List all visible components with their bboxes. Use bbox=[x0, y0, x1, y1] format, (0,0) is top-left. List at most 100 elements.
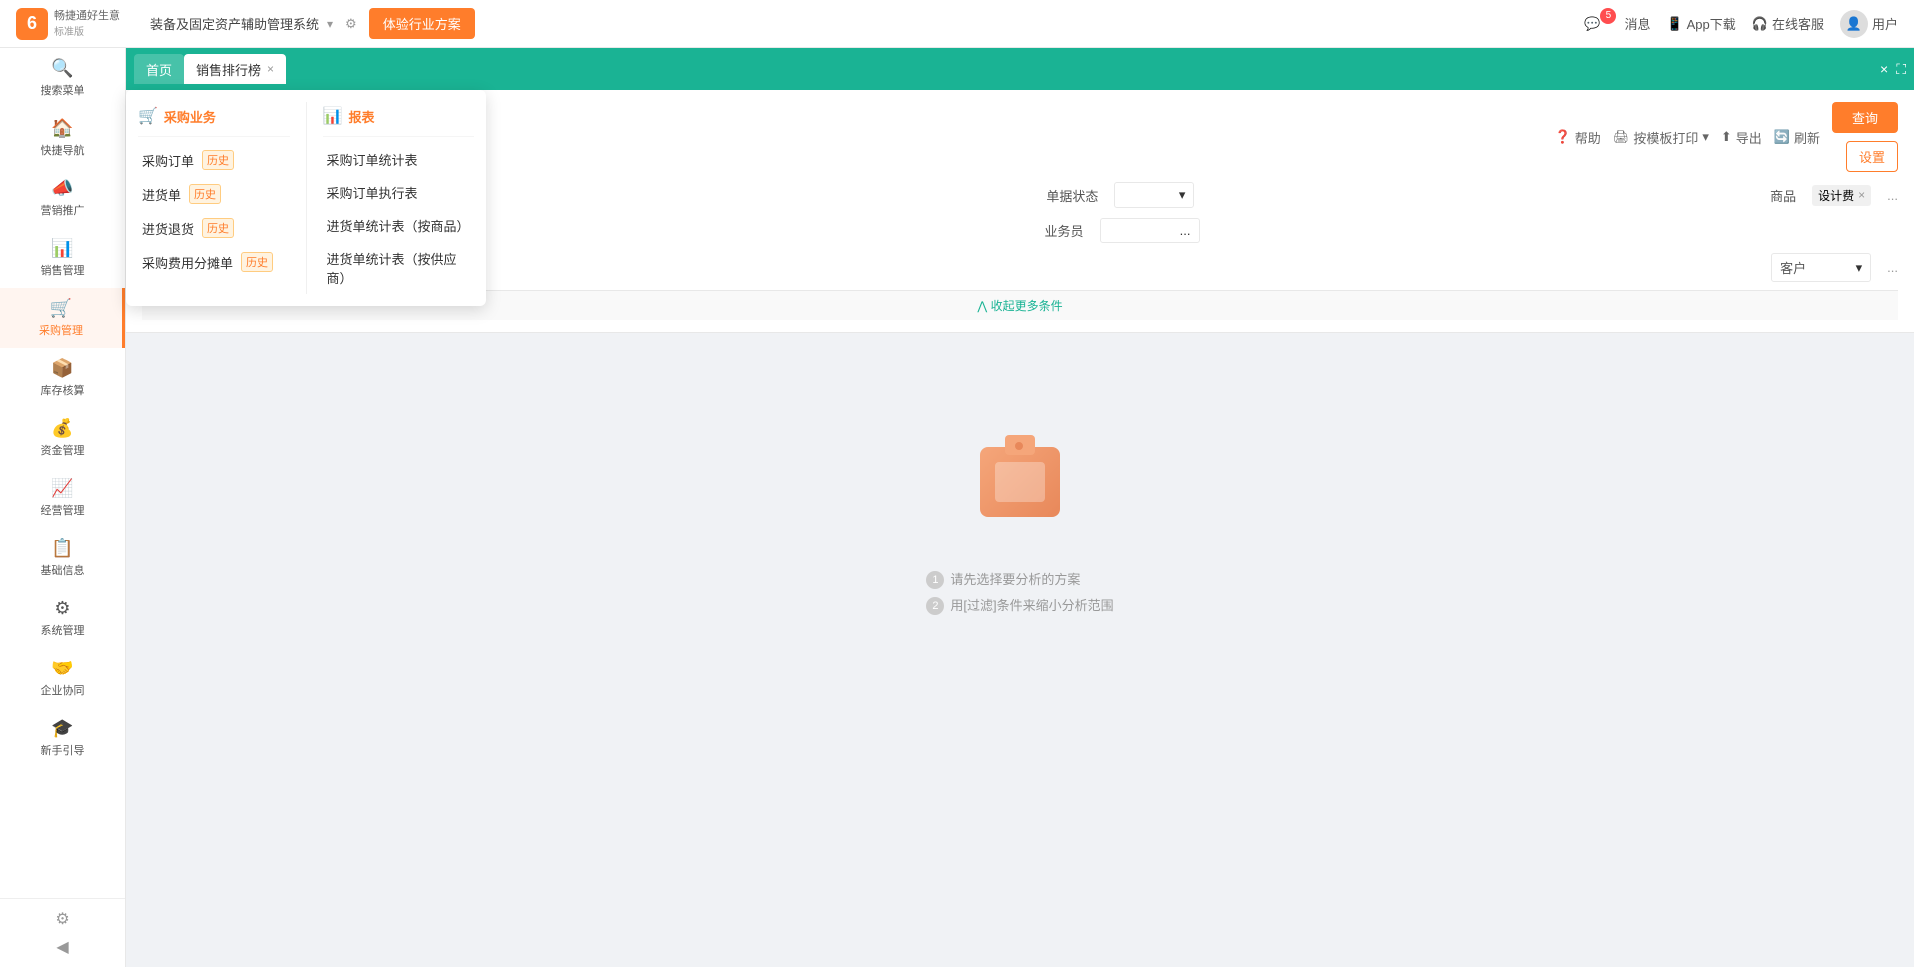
step-1-num: 1 bbox=[926, 571, 944, 589]
purchase-menu-item-1[interactable]: 进货单 历史 bbox=[138, 177, 290, 211]
phone-icon: 📱 bbox=[1666, 16, 1682, 32]
report-menu-item-2[interactable]: 进货单统计表（按商品） bbox=[323, 209, 475, 242]
sidebar-icon-11: 🎓 bbox=[51, 718, 73, 739]
empty-text-list: 1 请先选择要分析的方案 2 用[过滤]条件来缩小分析范围 bbox=[926, 567, 1113, 619]
report-menu-item-0[interactable]: 采购订单统计表 bbox=[323, 143, 475, 176]
user-button[interactable]: 👤 用户 bbox=[1840, 10, 1898, 38]
settings-button[interactable]: 设置 bbox=[1846, 141, 1898, 172]
sidebar-label-8: 基础信息 bbox=[41, 562, 85, 578]
report-item-label-3: 进货单统计表（按供应商） bbox=[327, 249, 471, 287]
logo-text-line1: 畅捷通好生意 bbox=[54, 9, 120, 23]
report-item-label-1: 采购订单执行表 bbox=[327, 183, 418, 202]
tab-close-icon[interactable]: × bbox=[267, 62, 274, 76]
salesperson-select[interactable]: ... bbox=[1100, 218, 1200, 243]
sidebar-icon-8: 📋 bbox=[51, 538, 73, 559]
close-window-icon[interactable]: × bbox=[1880, 61, 1888, 77]
purchase-items: 采购订单 历史 进货单 历史 进货退货 历史 采购费用分摊单 历史 bbox=[138, 143, 290, 279]
help-icon: ❓ bbox=[1555, 129, 1571, 145]
logo-text-line2: 标准版 bbox=[54, 23, 120, 38]
industry-button[interactable]: 体验行业方案 bbox=[369, 8, 475, 39]
message-label: 消息 bbox=[1624, 14, 1650, 33]
history-tag-3: 历史 bbox=[241, 252, 273, 272]
sidebar-item-4[interactable]: 🛒 采购管理 bbox=[0, 288, 125, 348]
nav-tabs-bar: 首页 销售排行榜 × × ⛶ bbox=[126, 48, 1914, 90]
report-menu-item-1[interactable]: 采购订单执行表 bbox=[323, 176, 475, 209]
sidebar-icon-4: 🛒 bbox=[50, 298, 72, 319]
goods-dots[interactable]: ... bbox=[1887, 188, 1898, 203]
purchase-section: 🛒 采购业务 采购订单 历史 进货单 历史 进货退货 历史 采购费用分摊单 历史 bbox=[126, 102, 302, 294]
sidebar-icon-2: 📣 bbox=[51, 178, 73, 199]
purchase-section-title: 🛒 采购业务 bbox=[138, 102, 290, 137]
tab-home[interactable]: 首页 bbox=[134, 54, 184, 84]
sidebar-item-1[interactable]: 🏠 快捷导航 bbox=[0, 108, 125, 168]
step-2-text: 用[过滤]条件来缩小分析范围 bbox=[950, 593, 1113, 619]
robot-screen bbox=[995, 462, 1045, 502]
robot-eye bbox=[1015, 442, 1023, 450]
purchase-dropdown-menu: 🛒 采购业务 采购订单 历史 进货单 历史 进货退货 历史 采购费用分摊单 历史… bbox=[126, 90, 486, 306]
collapse-label: 收起更多条件 bbox=[991, 299, 1063, 313]
purchase-section-label: 采购业务 bbox=[164, 107, 216, 126]
salesperson-label: 业务员 bbox=[1045, 221, 1084, 240]
export-button[interactable]: ⬆ 导出 bbox=[1721, 128, 1762, 147]
report-section-label: 报表 bbox=[348, 107, 374, 126]
sidebar-item-2[interactable]: 📣 营销推广 bbox=[0, 168, 125, 228]
sidebar-label-1: 快捷导航 bbox=[41, 142, 85, 158]
app-download-button[interactable]: 📱 App下载 bbox=[1666, 14, 1735, 33]
empty-step-2: 2 用[过滤]条件来缩小分析范围 bbox=[926, 593, 1113, 619]
customer-select[interactable]: 客户 ▾ bbox=[1771, 253, 1871, 282]
message-button[interactable]: 💬 5 消息 bbox=[1584, 14, 1650, 33]
history-tag-1: 历史 bbox=[189, 184, 221, 204]
report-section-title: 📊 报表 bbox=[323, 102, 475, 137]
sidebar-item-9[interactable]: ⚙ 系统管理 bbox=[0, 588, 125, 648]
resize-window-icon[interactable]: ⛶ bbox=[1896, 61, 1906, 78]
purchase-menu-item-2[interactable]: 进货退货 历史 bbox=[138, 211, 290, 245]
goods-tag: 设计费 × bbox=[1812, 185, 1871, 206]
dropdown-icon[interactable]: ▾ bbox=[327, 17, 333, 31]
history-tag-0: 历史 bbox=[202, 150, 234, 170]
sidebar-label-7: 经营管理 bbox=[41, 502, 85, 518]
purchase-item-label-1: 进货单 bbox=[142, 185, 181, 204]
settings-icon[interactable]: ⚙ bbox=[55, 909, 69, 929]
sidebar-item-0[interactable]: 🔍 搜索菜单 bbox=[0, 48, 125, 108]
voucher-status-select[interactable]: ▾ bbox=[1114, 182, 1194, 208]
report-section: 📊 报表 采购订单统计表 采购订单执行表 进货单统计表（按商品） 进货单统计表（… bbox=[311, 102, 487, 294]
sidebar-label-3: 销售管理 bbox=[41, 262, 85, 278]
collapse-icon[interactable]: ◀ bbox=[56, 937, 68, 957]
tab-sales-ranking[interactable]: 销售排行榜 × bbox=[184, 54, 286, 84]
sidebar-item-5[interactable]: 📦 库存核算 bbox=[0, 348, 125, 408]
online-service-button[interactable]: 🎧 在线客服 bbox=[1752, 14, 1824, 33]
goods-tag-close[interactable]: × bbox=[1858, 188, 1865, 202]
customer-dots[interactable]: ... bbox=[1887, 260, 1898, 275]
query-button[interactable]: 查询 bbox=[1832, 102, 1898, 133]
menu-divider bbox=[306, 102, 307, 294]
message-badge: 5 bbox=[1600, 8, 1616, 24]
purchase-item-label-3: 采购费用分摊单 bbox=[142, 253, 233, 272]
gear-button[interactable]: ⚙ bbox=[341, 12, 361, 36]
help-button[interactable]: ❓ 帮助 bbox=[1555, 128, 1601, 147]
sidebar-icon-7: 📈 bbox=[51, 478, 73, 499]
print-button[interactable]: 🖨 按模板打印 ▾ bbox=[1613, 128, 1709, 147]
sidebar-item-6[interactable]: 💰 资金管理 bbox=[0, 408, 125, 468]
refresh-button[interactable]: 🔄 刷新 bbox=[1774, 128, 1820, 147]
report-section-icon: 📊 bbox=[323, 106, 343, 126]
sidebar-item-7[interactable]: 📈 经营管理 bbox=[0, 468, 125, 528]
report-items: 采购订单统计表 采购订单执行表 进货单统计表（按商品） 进货单统计表（按供应商） bbox=[323, 143, 475, 294]
sidebar-item-11[interactable]: 🎓 新手引导 bbox=[0, 708, 125, 768]
sidebar-icon-3: 📊 bbox=[51, 238, 73, 259]
system-title-area: 装备及固定资产辅助管理系统 ▾ ⚙ 体验行业方案 bbox=[150, 8, 1584, 39]
top-bar: 6 畅捷通好生意 标准版 装备及固定资产辅助管理系统 ▾ ⚙ 体验行业方案 💬 … bbox=[0, 0, 1914, 48]
sidebar-item-8[interactable]: 📋 基础信息 bbox=[0, 528, 125, 588]
purchase-menu-item-3[interactable]: 采购费用分摊单 历史 bbox=[138, 245, 290, 279]
sidebar-items: 🔍 搜索菜单 🏠 快捷导航 📣 营销推广 📊 销售管理 🛒 采购管理 📦 库存核… bbox=[0, 48, 125, 768]
report-item-label-0: 采购订单统计表 bbox=[327, 150, 418, 169]
print-icon: 🖨 bbox=[1613, 129, 1630, 145]
sidebar-item-3[interactable]: 📊 销售管理 bbox=[0, 228, 125, 288]
print-dropdown-icon: ▾ bbox=[1702, 129, 1709, 145]
purchase-item-label-0: 采购订单 bbox=[142, 151, 194, 170]
report-menu-item-3[interactable]: 进货单统计表（按供应商） bbox=[323, 242, 475, 294]
purchase-menu-item-0[interactable]: 采购订单 历史 bbox=[138, 143, 290, 177]
sidebar-label-5: 库存核算 bbox=[41, 382, 85, 398]
sidebar-item-10[interactable]: 🤝 企业协同 bbox=[0, 648, 125, 708]
customer-dropdown: ▾ bbox=[1856, 260, 1863, 276]
purchase-section-icon: 🛒 bbox=[138, 106, 158, 126]
